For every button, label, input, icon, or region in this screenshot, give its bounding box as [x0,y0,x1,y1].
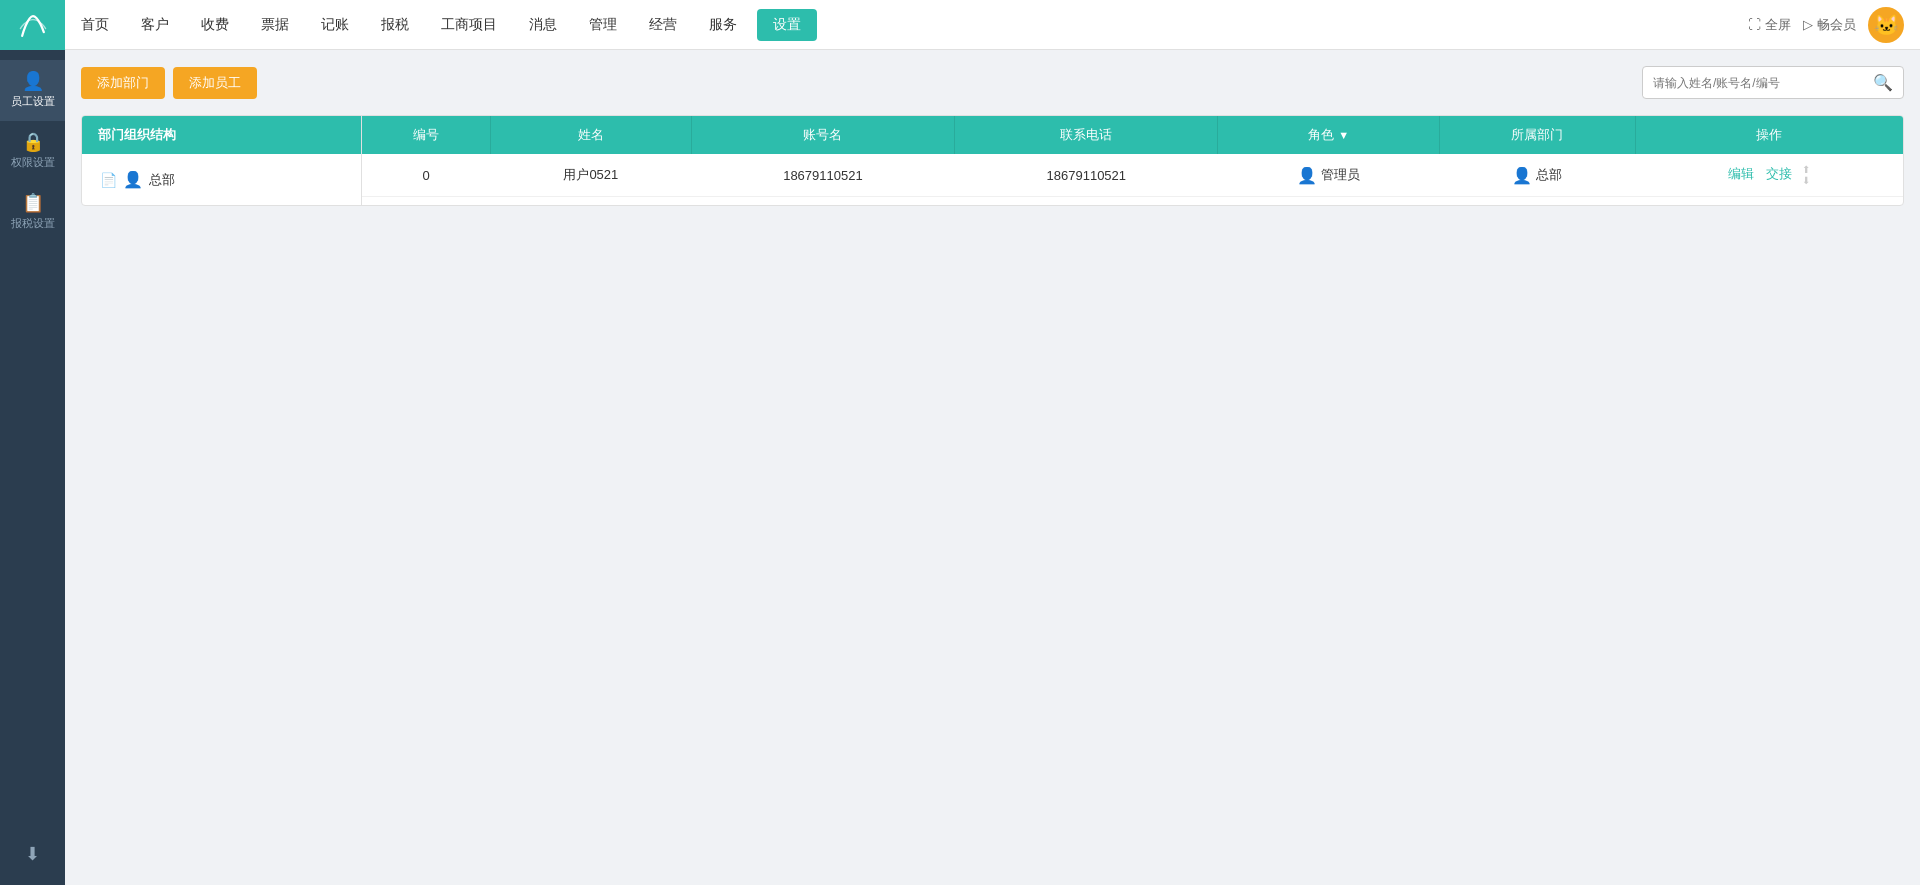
role-person-icon: 👤 [1297,166,1317,185]
edit-link[interactable]: 编辑 [1728,166,1754,181]
dept-person-icon: 👤 [123,170,143,189]
sidebar-label-tax: 报税设置 [11,216,55,231]
nav-fee[interactable]: 收费 [185,0,245,49]
main-layout: 👤 员工设置 🔒 权限设置 📋 报税设置 ⬇ 添加部门 添加员工 🔍 [0,50,1920,885]
cell-actions: 编辑 交接 ⬆⬇ [1635,154,1903,197]
top-right-actions: ⛶ 全屏 ▷ 畅会员 🐱 [1748,7,1920,43]
sidebar-label-employee: 员工设置 [11,94,55,109]
dept-person-icon-row: 👤 [1512,166,1532,185]
search-box: 🔍 [1642,66,1904,99]
dept-tree-item-root[interactable]: 📄 👤 总部 [92,164,351,195]
nav-home[interactable]: 首页 [65,0,125,49]
tax-icon: 📋 [22,194,44,212]
col-phone: 联系电话 [955,116,1218,154]
nav-message[interactable]: 消息 [513,0,573,49]
sidebar-download[interactable]: ⬇ [0,833,65,875]
table-row: 0 用户0521 18679110521 18679110521 👤 管理员 [362,154,1903,197]
dept-panel: 部门组织结构 📄 👤 总部 [82,116,362,205]
main-content: 添加部门 添加员工 🔍 部门组织结构 📄 👤 总部 [65,50,1920,885]
transfer-link[interactable]: 交接 [1766,166,1792,181]
cell-name: 用户0521 [490,154,691,197]
add-dept-button[interactable]: 添加部门 [81,67,165,99]
sidebar: 👤 员工设置 🔒 权限设置 📋 报税设置 ⬇ [0,50,65,885]
col-name: 姓名 [490,116,691,154]
cell-phone: 18679110521 [955,154,1218,197]
vip-label: 畅会员 [1817,16,1856,34]
col-role: 角色 ▼ [1218,116,1439,154]
col-id: 编号 [362,116,490,154]
employee-table: 编号 姓名 账号名 联系电话 角色 ▼ 所属部门 操作 [362,116,1903,197]
nav-invoice[interactable]: 票据 [245,0,305,49]
search-input[interactable] [1643,70,1863,96]
nav-operation[interactable]: 经营 [633,0,693,49]
cell-id: 0 [362,154,490,197]
nav-manage[interactable]: 管理 [573,0,633,49]
row-scroll-handle[interactable]: ⬆⬇ [1802,164,1810,186]
add-employee-button[interactable]: 添加员工 [173,67,257,99]
nav-account[interactable]: 记账 [305,0,365,49]
download-icon: ⬇ [25,845,40,863]
role-value: 管理员 [1321,166,1360,184]
vip-button[interactable]: ▷ 畅会员 [1803,16,1856,34]
employee-panel: 编号 姓名 账号名 联系电话 角色 ▼ 所属部门 操作 [362,116,1903,205]
content-area: 部门组织结构 📄 👤 总部 编号 姓名 账号名 [81,115,1904,206]
fullscreen-icon: ⛶ [1748,17,1761,32]
user-avatar[interactable]: 🐱 [1868,7,1904,43]
fullscreen-label: 全屏 [1765,16,1791,34]
nav-tax[interactable]: 报税 [365,0,425,49]
dept-tree: 📄 👤 总部 [82,154,361,205]
top-navigation: 首页 客户 收费 票据 记账 报税 工商项目 消息 管理 经营 服务 设置 ⛶ … [0,0,1920,50]
role-filter-icon[interactable]: ▼ [1338,129,1349,141]
nav-service[interactable]: 服务 [693,0,753,49]
nav-industry[interactable]: 工商项目 [425,0,513,49]
sidebar-item-permission[interactable]: 🔒 权限设置 [0,121,65,182]
vip-icon: ▷ [1803,17,1813,32]
dept-value: 总部 [1536,166,1562,184]
cell-account: 18679110521 [691,154,954,197]
employee-icon: 👤 [22,72,44,90]
nav-settings[interactable]: 设置 [757,9,817,41]
col-actions: 操作 [1635,116,1903,154]
dept-file-icon: 📄 [100,172,117,188]
col-dept: 所属部门 [1439,116,1635,154]
sidebar-item-employee[interactable]: 👤 员工设置 [0,60,65,121]
cell-dept: 👤 总部 [1439,154,1635,197]
fullscreen-button[interactable]: ⛶ 全屏 [1748,16,1791,34]
table-head: 编号 姓名 账号名 联系电话 角色 ▼ 所属部门 操作 [362,116,1903,154]
search-button[interactable]: 🔍 [1863,67,1903,98]
toolbar: 添加部门 添加员工 🔍 [81,66,1904,99]
nav-customer[interactable]: 客户 [125,0,185,49]
dept-panel-header: 部门组织结构 [82,116,361,154]
col-account: 账号名 [691,116,954,154]
nav-items: 首页 客户 收费 票据 记账 报税 工商项目 消息 管理 经营 服务 设置 [65,0,1748,49]
cell-role: 👤 管理员 [1218,154,1439,197]
dept-root-label: 总部 [149,171,175,189]
permission-icon: 🔒 [22,133,44,151]
app-logo[interactable] [0,0,65,50]
sidebar-label-permission: 权限设置 [11,155,55,170]
table-body: 0 用户0521 18679110521 18679110521 👤 管理员 [362,154,1903,197]
sidebar-item-tax[interactable]: 📋 报税设置 [0,182,65,243]
